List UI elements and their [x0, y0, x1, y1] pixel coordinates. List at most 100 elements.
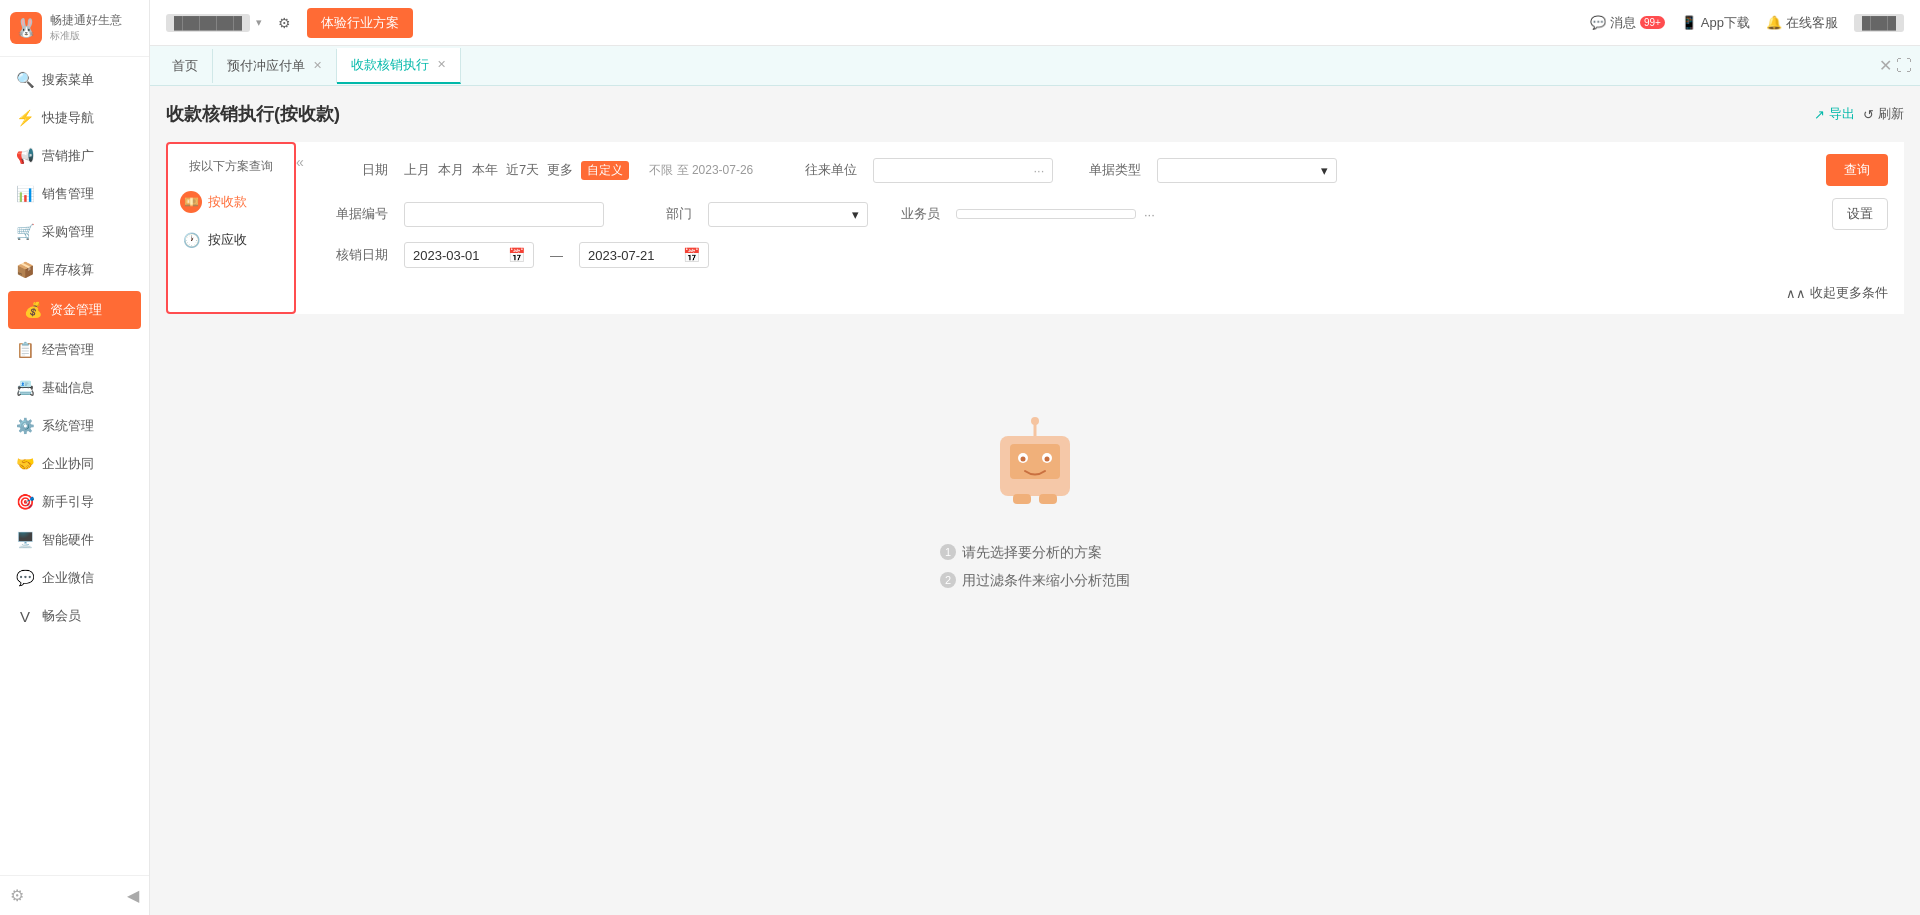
dept-select[interactable]: ▾	[708, 202, 868, 227]
logo-text: 畅捷通好生意	[50, 13, 122, 29]
action-buttons-top: 查询	[1826, 154, 1888, 186]
collapse-icon: ∧∧	[1786, 286, 1806, 301]
sidebar-item-member[interactable]: V 畅会员	[0, 597, 149, 635]
sidebar-item-basic-info[interactable]: 📇 基础信息	[0, 369, 149, 407]
topbar-chevron-icon[interactable]: ▾	[256, 16, 262, 29]
verify-date-start-calendar-icon[interactable]: 📅	[508, 247, 525, 263]
empty-hint-1: 1 请先选择要分析的方案	[940, 538, 1130, 566]
tab-home[interactable]: 首页	[158, 49, 213, 83]
topbar: ████████ ▾ ⚙ 体验行业方案 💬 消息 99+ 📱 App下载 🔔 在…	[150, 0, 1920, 46]
sidebar-item-sales[interactable]: 📊 销售管理	[0, 175, 149, 213]
online-service-button[interactable]: 🔔 在线客服	[1766, 14, 1838, 32]
filter-option-by-receivable[interactable]: 🕐 按应收	[168, 221, 294, 259]
topbar-brand-name: ████████	[166, 14, 250, 32]
inventory-icon: 📦	[16, 261, 34, 279]
content-area: 收款核销执行(按收款) ↗ 导出 ↺ 刷新 按以下方案查询 💴 按收款	[150, 86, 1920, 915]
by-receipt-icon: 💴	[180, 191, 202, 213]
shortcut-7days[interactable]: 近7天	[506, 161, 539, 179]
sidebar-item-search[interactable]: 🔍 搜索菜单	[0, 61, 149, 99]
filter-form: 日期 上月 本月 本年 近7天 更多 自定义 不限 至 2023-07-26 往…	[316, 142, 1904, 314]
staff-input-wrapper: ···	[956, 207, 1163, 222]
sidebar-menu: 🔍 搜索菜单 ⚡ 快捷导航 📢 营销推广 📊 销售管理 🛒 采购管理 📦 库存核…	[0, 57, 149, 875]
export-button[interactable]: ↗ 导出	[1814, 105, 1855, 123]
tab-receipt[interactable]: 收款核销执行 ✕	[337, 48, 461, 84]
tab-expand-btn[interactable]: ⛶	[1896, 56, 1912, 75]
sidebar-item-shortcut[interactable]: ⚡ 快捷导航	[0, 99, 149, 137]
doc-type-chevron-icon: ▾	[1321, 163, 1328, 178]
message-button[interactable]: 💬 消息 99+	[1590, 14, 1665, 32]
verify-date-end-calendar-icon[interactable]: 📅	[683, 247, 700, 263]
doc-type-select[interactable]: ▾	[1157, 158, 1337, 183]
settings-btn-wrapper: 设置	[1832, 198, 1888, 230]
shortcut-last-month[interactable]: 上月	[404, 161, 430, 179]
staff-input[interactable]	[956, 209, 1136, 219]
counterparty-input[interactable]: ···	[873, 158, 1053, 183]
sidebar-item-inventory[interactable]: 📦 库存核算	[0, 251, 149, 289]
filter-option-by-receipt[interactable]: 💴 按收款	[168, 183, 294, 221]
shortcut-this-year[interactable]: 本年	[472, 161, 498, 179]
settings-footer-icon[interactable]: ⚙	[10, 886, 24, 905]
settings-button[interactable]: 设置	[1832, 198, 1888, 230]
collapse-sidebar-icon[interactable]: ◀	[127, 886, 139, 905]
doc-no-input[interactable]	[404, 202, 604, 227]
filter-collapse-button[interactable]: «	[296, 142, 316, 314]
sidebar-item-guide[interactable]: 🎯 新手引导	[0, 483, 149, 521]
sidebar-item-purchase[interactable]: 🛒 采购管理	[0, 213, 149, 251]
verify-date-label: 核销日期	[332, 246, 388, 264]
operation-icon: 📋	[16, 341, 34, 359]
main-area: ████████ ▾ ⚙ 体验行业方案 💬 消息 99+ 📱 App下载 🔔 在…	[150, 0, 1920, 915]
date-nolimit-text: 不限 至 2023-07-26	[649, 162, 753, 179]
tab-prepay[interactable]: 预付冲应付单 ✕	[213, 49, 337, 83]
empty-svg-icon	[975, 406, 1095, 526]
marketing-icon: 📢	[16, 147, 34, 165]
sidebar-item-wechat[interactable]: 💬 企业微信	[0, 559, 149, 597]
filter-area: 按以下方案查询 💴 按收款 🕐 按应收 « 日期 上月	[166, 142, 1904, 314]
collapse-more-button[interactable]: ∧∧ 收起更多条件	[1786, 284, 1888, 302]
verify-date-start-input[interactable]: 2023-03-01 📅	[404, 242, 534, 268]
solution-button[interactable]: 体验行业方案	[307, 8, 413, 38]
sidebar-item-system[interactable]: ⚙️ 系统管理	[0, 407, 149, 445]
doc-no-label: 单据编号	[332, 205, 388, 223]
shortcut-more[interactable]: 更多	[547, 161, 573, 179]
collapse-more-wrapper: ∧∧ 收起更多条件	[332, 280, 1888, 302]
basic-info-icon: 📇	[16, 379, 34, 397]
export-icon: ↗	[1814, 107, 1825, 122]
svg-point-4	[1021, 457, 1026, 462]
filter-row-3: 核销日期 2023-03-01 📅 — 2023-07-21 📅	[332, 242, 1888, 268]
query-button[interactable]: 查询	[1826, 154, 1888, 186]
page-actions: ↗ 导出 ↺ 刷新	[1814, 105, 1904, 123]
svg-point-7	[1031, 417, 1039, 425]
dept-chevron-icon: ▾	[852, 207, 859, 222]
shortcut-icon: ⚡	[16, 109, 34, 127]
app-download-button[interactable]: 📱 App下载	[1681, 14, 1750, 32]
tab-receipt-close-icon[interactable]: ✕	[437, 58, 446, 71]
message-icon: 💬	[1590, 15, 1606, 30]
verify-date-end-input[interactable]: 2023-07-21 📅	[579, 242, 709, 268]
topbar-gear-icon[interactable]: ⚙	[278, 15, 291, 31]
filter-row-1: 日期 上月 本月 本年 近7天 更多 自定义 不限 至 2023-07-26 往…	[332, 154, 1888, 186]
sidebar-item-finance[interactable]: 💰 资金管理	[8, 291, 141, 329]
sidebar-item-marketing[interactable]: 📢 营销推广	[0, 137, 149, 175]
shortcut-this-month[interactable]: 本月	[438, 161, 464, 179]
sidebar-item-operation[interactable]: 📋 经营管理	[0, 331, 149, 369]
system-icon: ⚙️	[16, 417, 34, 435]
counterparty-dots-icon: ···	[1033, 163, 1044, 178]
app-icon: 📱	[1681, 15, 1697, 30]
collab-icon: 🤝	[16, 455, 34, 473]
counterparty-label: 往来单位	[801, 161, 857, 179]
empty-state: 1 请先选择要分析的方案 2 用过滤条件来缩小分析范围	[166, 326, 1904, 674]
sidebar-item-collab[interactable]: 🤝 企业协同	[0, 445, 149, 483]
staff-label: 业务员	[900, 205, 940, 223]
empty-text-block: 1 请先选择要分析的方案 2 用过滤条件来缩小分析范围	[940, 538, 1130, 594]
custom-date-badge[interactable]: 自定义	[581, 161, 629, 180]
tab-close-all-btn[interactable]: ✕	[1879, 56, 1892, 75]
page-title-text: 收款核销执行(按收款)	[166, 102, 340, 126]
sidebar-footer: ⚙ ◀	[0, 875, 149, 915]
staff-dots-icon[interactable]: ···	[1136, 207, 1163, 222]
refresh-icon: ↺	[1863, 107, 1874, 122]
refresh-button[interactable]: ↺ 刷新	[1863, 105, 1904, 123]
hardware-icon: 🖥️	[16, 531, 34, 549]
tab-prepay-close-icon[interactable]: ✕	[313, 59, 322, 72]
topbar-username: ████	[1854, 14, 1904, 32]
sidebar-item-hardware[interactable]: 🖥️ 智能硬件	[0, 521, 149, 559]
